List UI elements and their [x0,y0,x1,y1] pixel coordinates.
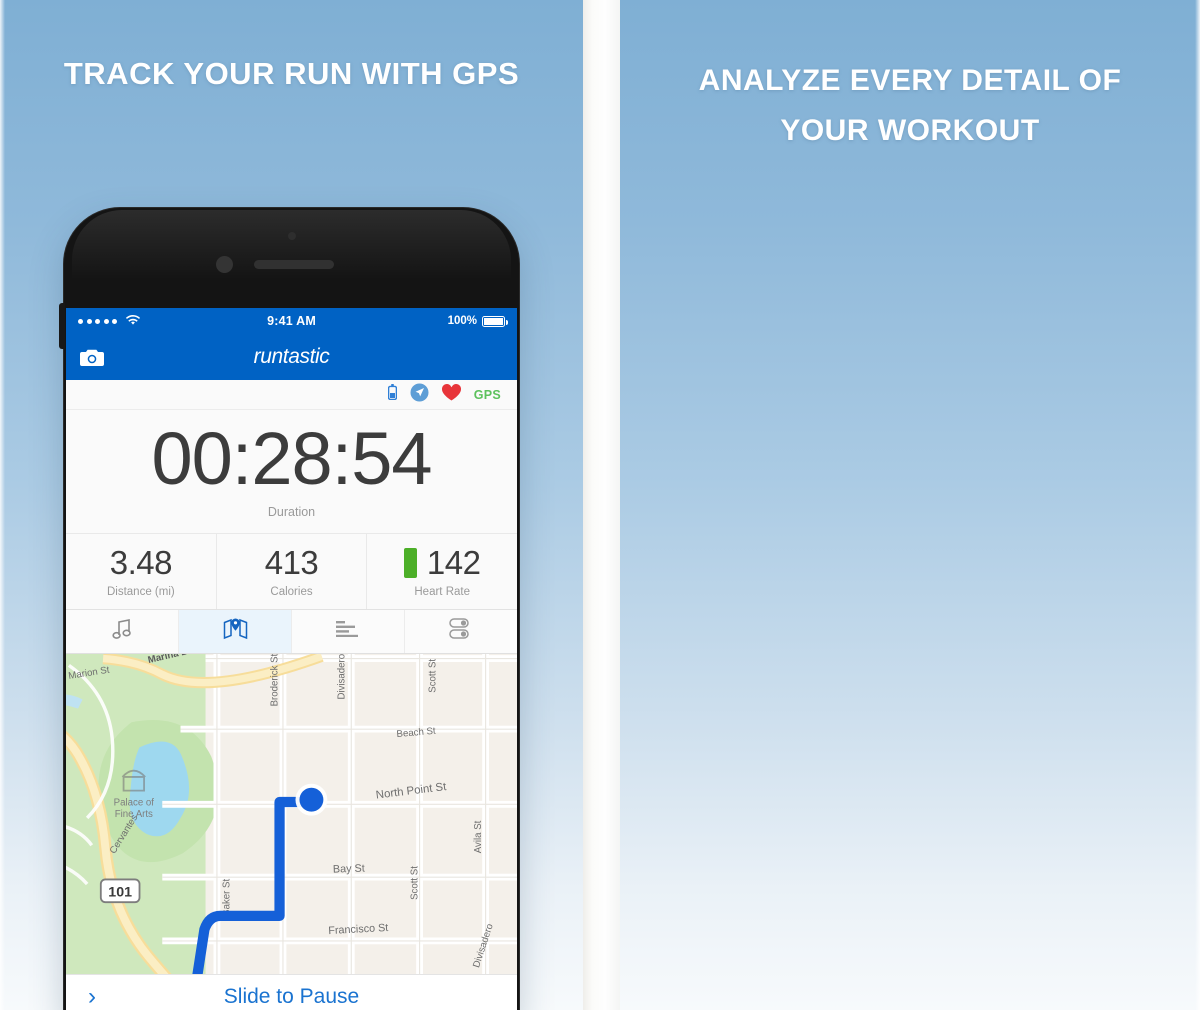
panel-right: ANALYZE EVERY DETAIL OF YOUR WORKOUT 9:4… [620,0,1200,1010]
svg-text:Palace of: Palace of [114,797,155,808]
headline-left: TRACK YOUR RUN WITH GPS [63,56,520,91]
stat-distance: 3.48 Distance (mi) [66,534,216,609]
svg-text:Divisadero St: Divisadero St [336,654,347,700]
chevron-right-icon: › [88,982,96,1010]
gps-status-label: GPS [473,387,501,402]
promo-screenshot: TRACK YOUR RUN WITH GPS 9:41 AM 100% run… [0,0,1200,1010]
map-tab[interactable] [178,609,291,653]
stat-calories: 413 Calories [215,533,367,609]
stat-heart-rate: 142 Heart Rate [366,533,517,609]
slide-to-pause-control[interactable]: › Slide to Pause [66,974,517,1010]
location-compass-icon [410,383,429,407]
svg-text:Scott St: Scott St [409,865,420,899]
bottom-tab-bar [66,609,517,654]
headline-right: ANALYZE EVERY DETAIL OF YOUR WORKOUT [620,56,1200,156]
stat-heart-rate-label: Heart Rate [414,585,470,598]
camera-icon[interactable] [80,348,104,367]
battery-icon [482,315,508,327]
highway-shield-101: 101 [99,878,141,903]
svg-text:Baker St: Baker St [221,878,232,915]
front-sensor-dot [287,232,296,240]
headline-right-line1: ANALYZE EVERY DETAIL OF [698,64,1122,97]
headline-right-line2: YOUR WORKOUT [780,114,1040,147]
music-note-icon [112,618,132,645]
battery-percent: 100% [447,315,477,327]
navigation-bar: runtastic [66,334,517,380]
screen-left: 9:41 AM 100% runtastic GPS 00:28:54 Dura… [66,308,517,1010]
stat-heart-rate-number: 142 [426,543,481,581]
app-brand-logo: runtastic [253,345,330,368]
phone-mockup-left: 9:41 AM 100% runtastic GPS 00:28:54 Dura… [59,208,519,1010]
stat-distance-label: Distance (mi) [106,585,175,598]
svg-text:101: 101 [108,884,132,900]
toggles-icon [449,617,473,645]
svg-text:Bay St: Bay St [333,862,365,875]
svg-text:Scott St: Scott St [428,658,439,692]
map-canvas: 101 Palace of Fine Arts Marion St Marina [66,653,517,1010]
stats-tab[interactable] [291,609,404,653]
stat-distance-value: 3.48 [109,543,173,581]
duration-block: 00:28:54 Duration [66,410,517,533]
status-right: 100% [447,315,508,327]
earpiece-speaker [253,260,334,269]
stats-row: 3.48 Distance (mi) 413 Calories 142 Hear… [66,532,517,610]
svg-text:Avila St: Avila St [473,820,484,853]
heart-icon [441,383,461,406]
bar-list-icon [336,620,360,642]
slide-to-pause-label: Slide to Pause [223,984,360,1008]
music-tab[interactable] [66,610,178,653]
stat-calories-value: 413 [264,543,319,581]
sensor-status-row: GPS [66,380,517,410]
svg-text:Broderick St: Broderick St [269,654,280,706]
heart-rate-zone-bar [403,547,417,578]
stat-heart-rate-value: 142 [367,544,517,582]
side-button [59,303,65,349]
panel-divider [583,0,620,1010]
route-map[interactable]: 101 Palace of Fine Arts Marion St Marina [66,653,517,1010]
map-pin-icon [223,617,248,645]
device-battery-icon [387,384,397,405]
panel-left: TRACK YOUR RUN WITH GPS 9:41 AM 100% run… [0,0,583,1010]
duration-value: 00:28:54 [151,417,432,500]
front-camera-icon [215,256,233,273]
settings-tab[interactable] [404,609,517,653]
duration-label: Duration [267,504,316,519]
status-bar: 9:41 AM 100% [66,308,517,334]
stat-calories-label: Calories [270,585,313,598]
